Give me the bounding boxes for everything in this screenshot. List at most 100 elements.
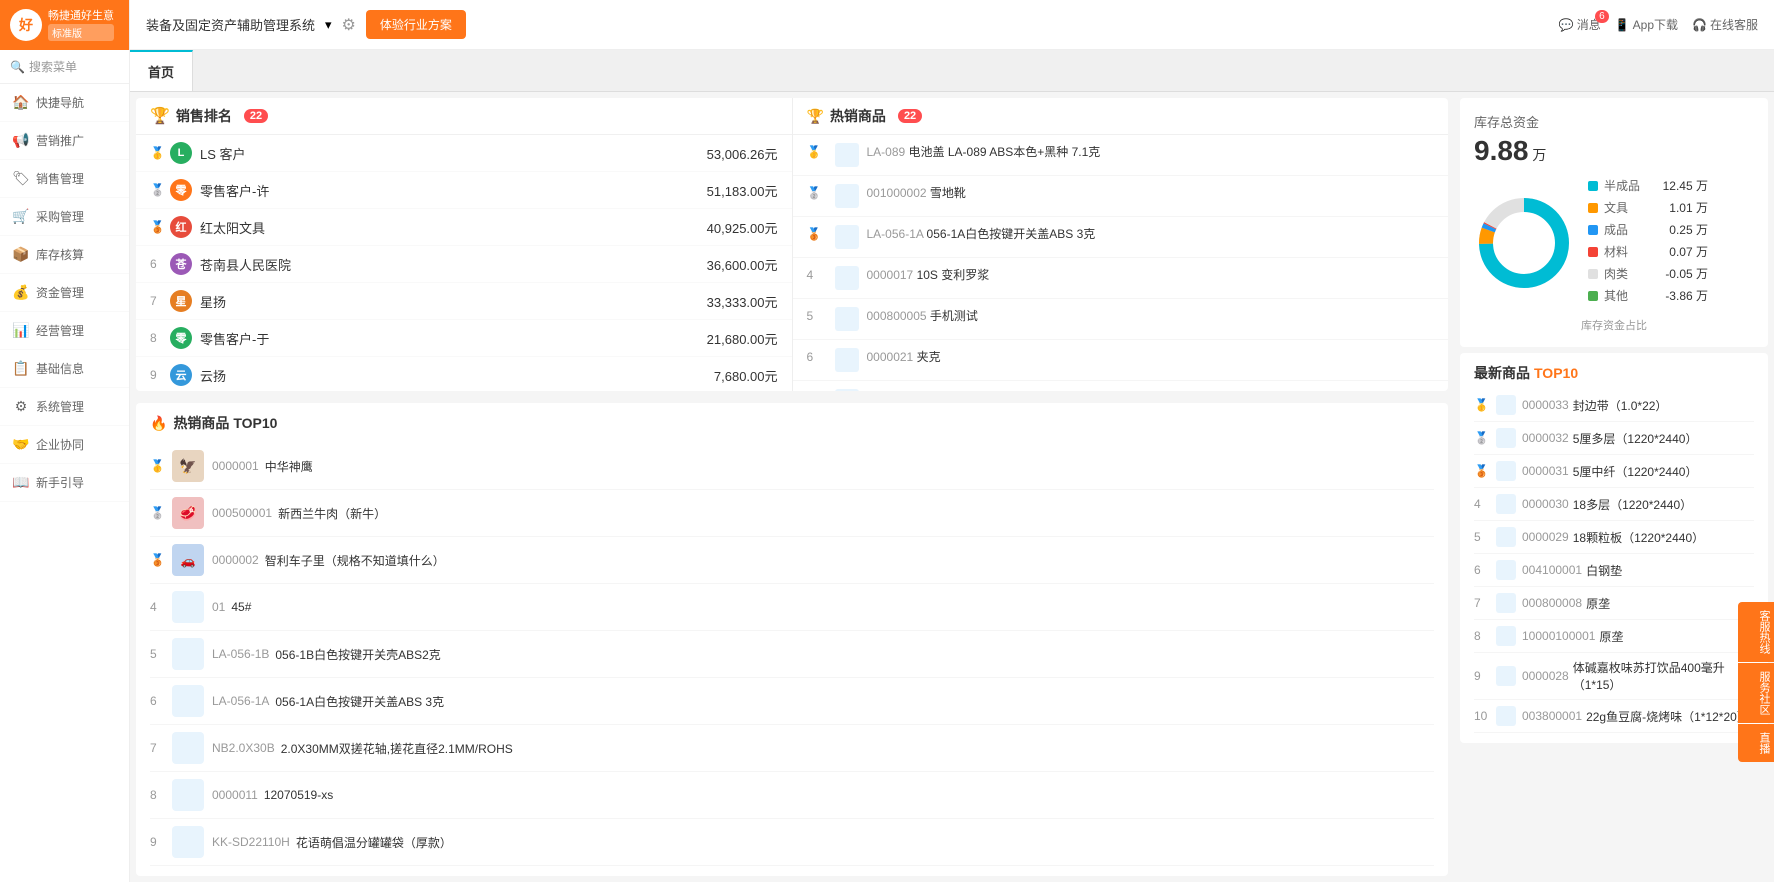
- enterprise-icon: 🤝: [12, 436, 30, 453]
- legend-item: 文具 1.01 万: [1588, 199, 1708, 216]
- customer-avatar: 苍: [170, 253, 192, 275]
- sidebar-item-quick-nav[interactable]: 🏠 快捷导航: [0, 84, 129, 122]
- legend-value: -0.05 万: [1665, 265, 1708, 282]
- product-img: [835, 143, 859, 167]
- legend-item: 肉类 -0.05 万: [1588, 265, 1708, 282]
- message-action[interactable]: 💬 消息 6: [1559, 16, 1601, 33]
- product-name: 056-1A白色按键开关盖ABS 3克: [275, 693, 1434, 710]
- new-product-code: 0000033: [1522, 398, 1569, 412]
- customer-amount: 21,680.00元: [707, 329, 778, 348]
- rank-num: 7: [807, 389, 827, 391]
- legend-label: 肉类: [1604, 265, 1659, 282]
- product-name: 花语萌倡温分罐罐袋（厚款）: [296, 834, 1434, 851]
- sidebar-item-sales[interactable]: 🏷 销售管理: [0, 160, 129, 198]
- home-icon: 🏠: [12, 94, 30, 111]
- float-service-community[interactable]: 服务社区: [1738, 663, 1774, 723]
- customer-amount: 33,333.00元: [707, 292, 778, 311]
- product-name: 2.0X30MM双搓花轴,搓花直径2.1MM/ROHS: [281, 740, 1434, 757]
- product-name: 雪地靴: [930, 186, 966, 200]
- product-info: 0000021 夹克: [867, 348, 1435, 365]
- float-bar: 客服热线 服务社区 直播: [1738, 602, 1774, 762]
- product-name: 手机测试: [930, 309, 978, 323]
- legend-value: 12.45 万: [1663, 177, 1708, 194]
- rank-num: 7: [150, 741, 172, 755]
- sidebar-item-label: 营销推广: [36, 132, 84, 149]
- product-img: [835, 389, 859, 391]
- rank-num: 6: [1474, 563, 1496, 577]
- settings-icon[interactable]: ⚙: [342, 15, 356, 35]
- sidebar-item-guide[interactable]: 📖 新手引导: [0, 464, 129, 502]
- sidebar-item-purchase[interactable]: 🛒 采购管理: [0, 198, 129, 236]
- app-download-action[interactable]: 📱 App下载: [1615, 16, 1678, 33]
- customer-list: 🥇 L LS 客户 53,006.26元 🥈 零 零售客户-许 51,183.0…: [136, 135, 792, 391]
- online-service-action[interactable]: 🎧 在线客服: [1692, 16, 1758, 33]
- rank-badge-count: 22: [244, 109, 268, 123]
- hot-products-right-list: 🥇 LA-089 电池盖 LA-089 ABS本色+黑种 7.1克 🥈: [793, 135, 1449, 391]
- product-row: 5 LA-056-1B 056-1B白色按键开关壳ABS2克: [150, 631, 1434, 678]
- new-product-code: 10000100001: [1522, 629, 1595, 643]
- product-name: 电池盖 LA-089 ABS本色+黑种 7.1克: [909, 145, 1101, 159]
- new-product-name: 封边带（1.0*22）: [1573, 397, 1754, 414]
- rank-num: 5: [150, 647, 172, 661]
- sidebar-item-base[interactable]: 📋 基础信息: [0, 350, 129, 388]
- product-img: [835, 307, 859, 331]
- product-list-row: 🥇 LA-089 电池盖 LA-089 ABS本色+黑种 7.1克: [793, 135, 1449, 176]
- sidebar-item-inventory[interactable]: 📦 库存核算: [0, 236, 129, 274]
- customer-avatar: 零: [170, 179, 192, 201]
- product-list-row: 🥈 001000002 雪地靴: [793, 176, 1449, 217]
- legend-value: 0.07 万: [1669, 243, 1708, 260]
- new-product-row: 8 10000100001 原垄: [1474, 620, 1754, 653]
- search-menu[interactable]: 🔍 搜索菜单: [0, 50, 129, 84]
- legend-dot: [1588, 269, 1598, 279]
- inventory-unit: 万: [1532, 147, 1546, 163]
- legend-dot: [1588, 291, 1598, 301]
- new-product-name: 18多层（1220*2440）: [1573, 496, 1754, 513]
- hot-products-bottom-panel: 🔥 热销商品 TOP10 🥇 🦅 0000001 中华神鹰 🥈 🥩: [136, 403, 1448, 876]
- product-list-row: 7 LA-59651-1B 59651-1B旋转投影灯电池盒ABS黑色+58克: [793, 381, 1449, 391]
- float-customer-service[interactable]: 客服热线: [1738, 602, 1774, 662]
- tab-home[interactable]: 首页: [130, 50, 193, 91]
- customer-row: 9 云 云扬 7,680.00元: [136, 357, 792, 391]
- legend-label: 文具: [1604, 199, 1663, 216]
- legend-value: 1.01 万: [1669, 199, 1708, 216]
- float-live[interactable]: 直播: [1738, 724, 1774, 762]
- product-code: 0000001: [212, 459, 259, 473]
- customer-name: 苍南县人民医院: [200, 255, 707, 274]
- sidebar-item-marketing[interactable]: 📢 营销推广: [0, 122, 129, 160]
- rank-num: 9: [150, 835, 172, 849]
- rank-medal: 🥈: [150, 506, 172, 520]
- product-img: [835, 348, 859, 372]
- sidebar-item-operation[interactable]: 📊 经营管理: [0, 312, 129, 350]
- rank-num: 🥈: [807, 184, 827, 200]
- product-thumbnail: [172, 685, 204, 717]
- product-info: 0000017 10S 变利罗浆: [867, 266, 1435, 283]
- rank-num: 9: [150, 368, 170, 382]
- trial-btn[interactable]: 体验行业方案: [366, 10, 466, 39]
- new-product-name: 原垄: [1599, 628, 1754, 645]
- new-product-name: 白钢垫: [1586, 562, 1754, 579]
- rank-num: 5: [807, 307, 827, 323]
- sidebar-item-finance[interactable]: 💰 资金管理: [0, 274, 129, 312]
- title-dropdown-arrow[interactable]: ▾: [325, 17, 332, 33]
- hot-products-right-header: 🏆 热销商品 22: [793, 98, 1449, 135]
- product-list-row: 5 000800005 手机测试: [793, 299, 1449, 340]
- customer-name: 星扬: [200, 292, 707, 311]
- inventory-total: 9.88 万: [1474, 135, 1754, 167]
- product-thumbnail: 🥩: [172, 497, 204, 529]
- hot-products-bottom-title: 🔥 热销商品 TOP10: [150, 413, 1434, 433]
- product-name: 45#: [231, 600, 1434, 614]
- customer-row: 7 星 星扬 33,333.00元: [136, 283, 792, 320]
- product-code: LA-056-1B: [212, 647, 269, 661]
- app-download-label: App下载: [1633, 16, 1678, 33]
- donut-chart: [1474, 193, 1574, 293]
- product-name: 056-1A白色按键开关盖ABS 3克: [927, 227, 1096, 241]
- new-product-row: 🥈 0000032 5厘多层（1220*2440）: [1474, 422, 1754, 455]
- customer-amount: 51,183.00元: [707, 181, 778, 200]
- customer-avatar: 红: [170, 216, 192, 238]
- sidebar-item-enterprise[interactable]: 🤝 企业协同: [0, 426, 129, 464]
- new-product-row: 6 004100001 白钢垫: [1474, 554, 1754, 587]
- new-product-row: 7 000800008 原垄: [1474, 587, 1754, 620]
- sidebar-item-system[interactable]: ⚙ 系统管理: [0, 388, 129, 426]
- legend-value: 0.25 万: [1669, 221, 1708, 238]
- sidebar-item-label: 快捷导航: [36, 94, 84, 111]
